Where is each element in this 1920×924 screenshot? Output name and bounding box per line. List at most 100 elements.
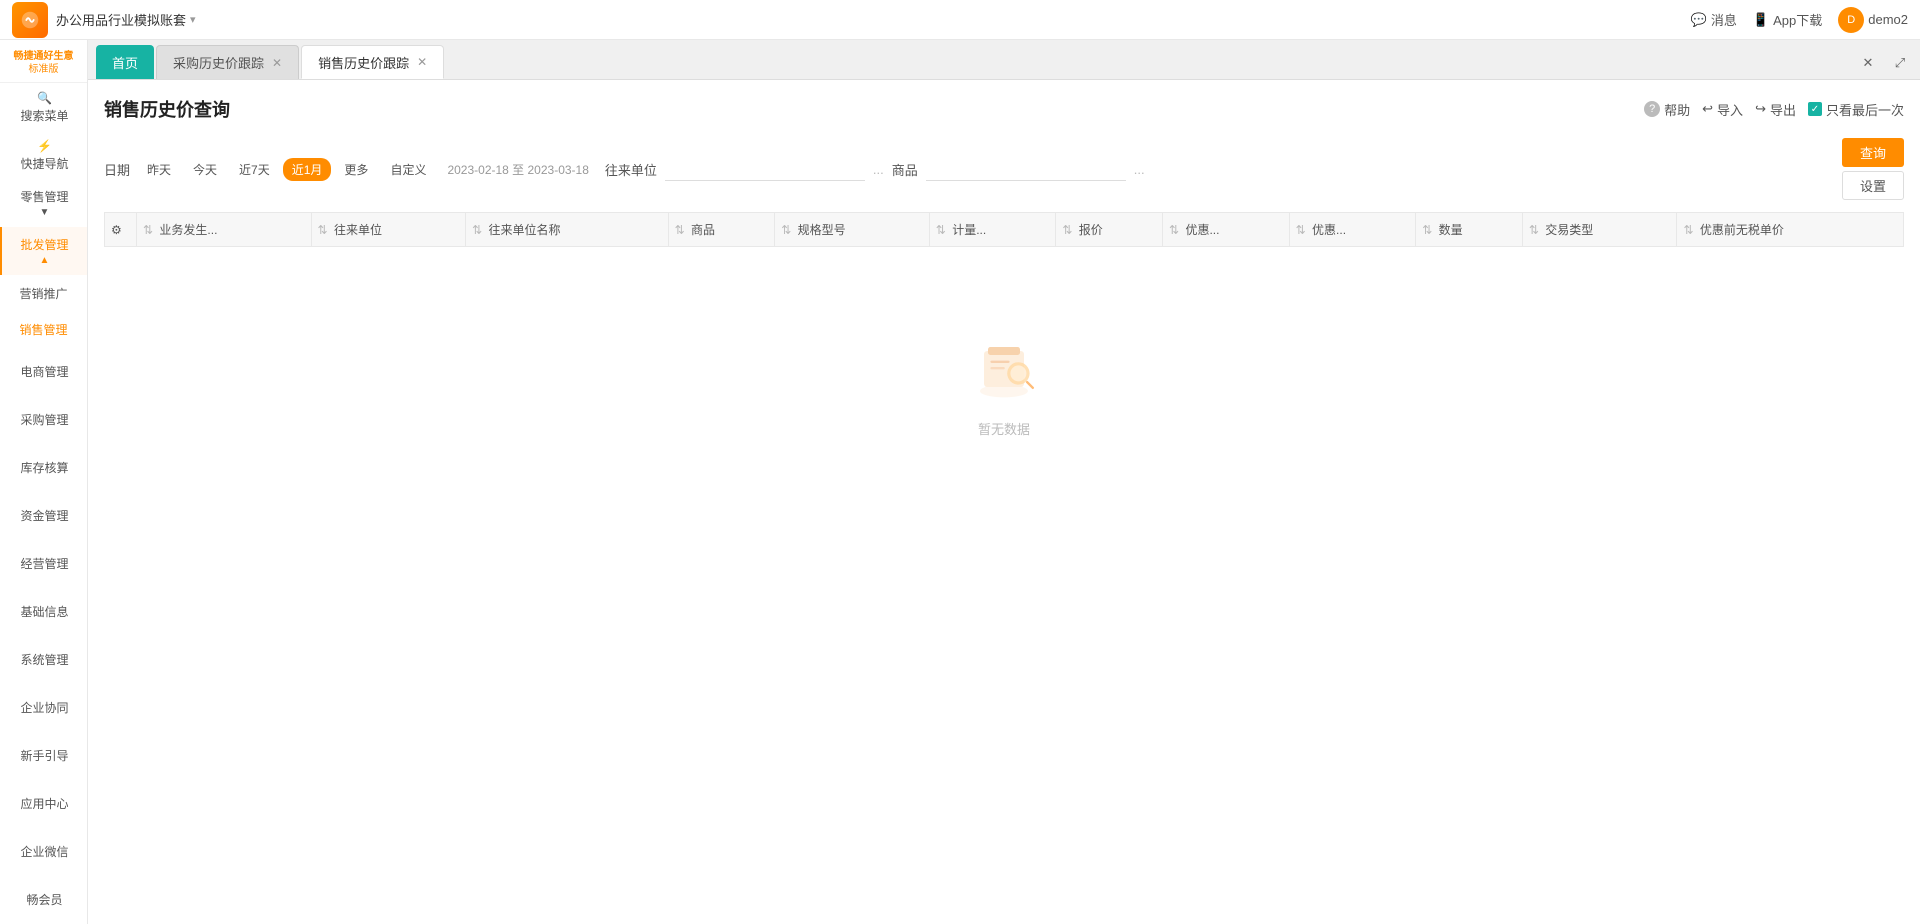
search-icon: 🔍 xyxy=(37,91,52,105)
sort-icon: ⇅ xyxy=(1169,223,1179,237)
close-tab-button[interactable]: ✕ xyxy=(1856,51,1880,75)
sidebar-item-quick-nav[interactable]: ⚡ 快捷导航 xyxy=(0,131,87,179)
sort-icon: ⇅ xyxy=(472,223,482,237)
data-table: ⚙ ⇅ 业务发生... ⇅ 往来单位 ⇅ 往来单位名称 xyxy=(104,212,1904,518)
sidebar-item-system[interactable]: 系统管理 xyxy=(0,635,87,683)
sidebar-item-basic-info[interactable]: 基础信息 xyxy=(0,587,87,635)
message-btn[interactable]: 💬 消息 xyxy=(1691,10,1737,29)
fullscreen-button[interactable]: ⤢ xyxy=(1888,51,1912,75)
sidebar-logo: 畅捷通好生意 标准版 xyxy=(0,40,87,83)
date-btn-custom[interactable]: 自定义 xyxy=(381,158,435,181)
message-icon: 💬 xyxy=(1691,12,1707,28)
sort-icon: ⇅ xyxy=(143,223,153,237)
dropdown-icon[interactable]: ▾ xyxy=(190,13,196,26)
empty-icon xyxy=(964,327,1044,407)
sidebar-item-guide[interactable]: 新手引导 xyxy=(0,731,87,779)
nav-icon: ⚡ xyxy=(37,139,52,153)
sidebar-item-ecommerce[interactable]: 电商管理 xyxy=(0,347,87,395)
sidebar-item-business[interactable]: 经营管理 xyxy=(0,539,87,587)
sidebar: 畅捷通好生意 标准版 🔍 搜索菜单 ⚡ 快捷导航 零售管理 ▼ 批发管理 ▲ 营… xyxy=(0,40,88,924)
th-trade-type[interactable]: ⇅ 交易类型 xyxy=(1522,213,1677,247)
sidebar-item-sales-mgmt[interactable]: 销售管理 xyxy=(0,311,87,347)
th-discount1[interactable]: ⇅ 优惠... xyxy=(1163,213,1290,247)
sort-icon: ⇅ xyxy=(318,223,328,237)
th-pre-tax-price[interactable]: ⇅ 优惠前无税单价 xyxy=(1677,213,1904,247)
date-btn-today[interactable]: 今天 xyxy=(184,158,226,181)
th-counterpart-name[interactable]: ⇅ 往来单位名称 xyxy=(466,213,668,247)
user-menu[interactable]: D demo2 xyxy=(1838,7,1908,33)
export-button[interactable]: ↪ 导出 xyxy=(1755,100,1796,119)
sidebar-item-wx[interactable]: 企业微信 xyxy=(0,827,87,875)
date-btn-more[interactable]: 更多 xyxy=(335,158,377,181)
tab-bar: 首页 采购历史价跟踪 ✕ 销售历史价跟踪 ✕ ✕ ⤢ xyxy=(88,40,1920,80)
sort-icon: ⇅ xyxy=(1683,223,1693,237)
empty-text: 暂无数据 xyxy=(978,419,1030,438)
phone-icon: 📱 xyxy=(1753,12,1769,28)
th-goods[interactable]: ⇅ 商品 xyxy=(668,213,775,247)
sidebar-logo-text: 畅捷通好生意 标准版 xyxy=(14,50,74,76)
tab-purchase-history[interactable]: 采购历史价跟踪 ✕ xyxy=(156,45,299,79)
help-button[interactable]: ? 帮助 xyxy=(1644,100,1690,119)
page-content: 销售历史价查询 ? 帮助 ↩ 导入 ↪ 导出 ✓ xyxy=(88,80,1920,924)
sort-icon: ⇅ xyxy=(1529,223,1539,237)
only-last-checkbox[interactable]: ✓ 只看最后一次 xyxy=(1808,100,1904,119)
app-download-btn[interactable]: 📱 App下载 xyxy=(1753,10,1822,29)
date-btn-yesterday[interactable]: 昨天 xyxy=(138,158,180,181)
th-biz-date[interactable]: ⇅ 业务发生... xyxy=(137,213,312,247)
app-logo[interactable] xyxy=(12,2,48,38)
gear-icon[interactable]: ⚙ xyxy=(111,223,122,237)
doc-title[interactable]: 办公用品行业模拟账套 xyxy=(56,10,186,29)
sidebar-item-enterprise[interactable]: 企业协同 xyxy=(0,683,87,731)
chevron-down-icon: ▼ xyxy=(40,207,50,218)
counterpart-label: 往来单位 xyxy=(605,160,657,179)
th-unit[interactable]: ⇅ 计量... xyxy=(929,213,1056,247)
sidebar-item-retail[interactable]: 零售管理 ▼ xyxy=(0,179,87,227)
sort-icon: ⇅ xyxy=(1422,223,1432,237)
counterpart-dots-btn[interactable]: ... xyxy=(873,162,884,177)
th-quote[interactable]: ⇅ 报价 xyxy=(1056,213,1163,247)
th-discount2[interactable]: ⇅ 优惠... xyxy=(1289,213,1416,247)
tab-close-purchase[interactable]: ✕ xyxy=(272,57,282,69)
date-range-text: 2023-02-18 至 2023-03-18 xyxy=(447,161,588,178)
sidebar-item-finance[interactable]: 资金管理 xyxy=(0,491,87,539)
table-body: 暂无数据 xyxy=(105,247,1904,519)
sort-icon: ⇅ xyxy=(675,223,685,237)
tab-sales-history[interactable]: 销售历史价跟踪 ✕ xyxy=(301,45,444,79)
content-area: 首页 采购历史价跟踪 ✕ 销售历史价跟踪 ✕ ✕ ⤢ 销售历史价查询 xyxy=(88,40,1920,924)
sort-icon: ⇅ xyxy=(1062,223,1072,237)
import-button[interactable]: ↩ 导入 xyxy=(1702,100,1743,119)
date-filter-group: 日期 昨天 今天 近7天 近1月 更多 自定义 2023-02-18 至 202… xyxy=(104,158,589,181)
sidebar-item-wholesale[interactable]: 批发管理 ▲ xyxy=(0,227,87,275)
tab-close-sales[interactable]: ✕ xyxy=(417,56,427,68)
page-header-actions: ? 帮助 ↩ 导入 ↪ 导出 ✓ 只看最后一次 xyxy=(1644,100,1904,119)
th-counterpart-code[interactable]: ⇅ 往来单位 xyxy=(311,213,466,247)
date-btn-last7[interactable]: 近7天 xyxy=(230,158,279,181)
page-header: 销售历史价查询 ? 帮助 ↩ 导入 ↪ 导出 ✓ xyxy=(104,96,1904,122)
goods-input[interactable] xyxy=(926,157,1126,181)
sort-icon: ⇅ xyxy=(781,223,791,237)
avatar: D xyxy=(1838,7,1864,33)
sidebar-item-app-center[interactable]: 应用中心 xyxy=(0,779,87,827)
topbar-title-area: 办公用品行业模拟账套 ▾ xyxy=(56,10,1683,29)
date-buttons: 昨天 今天 近7天 近1月 更多 自定义 xyxy=(138,158,435,181)
sort-icon: ⇅ xyxy=(1296,223,1306,237)
query-button[interactable]: 查询 xyxy=(1842,138,1904,167)
sidebar-item-stock[interactable]: 库存核算 xyxy=(0,443,87,491)
export-icon: ↪ xyxy=(1755,101,1766,117)
th-qty[interactable]: ⇅ 数量 xyxy=(1416,213,1523,247)
date-btn-last1m[interactable]: 近1月 xyxy=(283,158,332,181)
th-gear[interactable]: ⚙ xyxy=(105,213,137,247)
sidebar-item-vip[interactable]: 畅会员 xyxy=(0,875,87,923)
import-icon: ↩ xyxy=(1702,101,1713,117)
sidebar-item-search[interactable]: 🔍 搜索菜单 xyxy=(0,83,87,131)
settings-button[interactable]: 设置 xyxy=(1842,171,1904,200)
filter-row: 日期 昨天 今天 近7天 近1月 更多 自定义 2023-02-18 至 202… xyxy=(104,138,1904,200)
sidebar-item-marketing[interactable]: 营销推广 xyxy=(0,275,87,311)
checkbox-icon: ✓ xyxy=(1808,102,1822,116)
sidebar-item-purchase[interactable]: 采购管理 xyxy=(0,395,87,443)
date-label: 日期 xyxy=(104,160,130,179)
th-spec[interactable]: ⇅ 规格型号 xyxy=(775,213,930,247)
goods-dots-btn[interactable]: ... xyxy=(1134,162,1145,177)
tab-home[interactable]: 首页 xyxy=(96,45,154,79)
counterpart-input[interactable] xyxy=(665,157,865,181)
